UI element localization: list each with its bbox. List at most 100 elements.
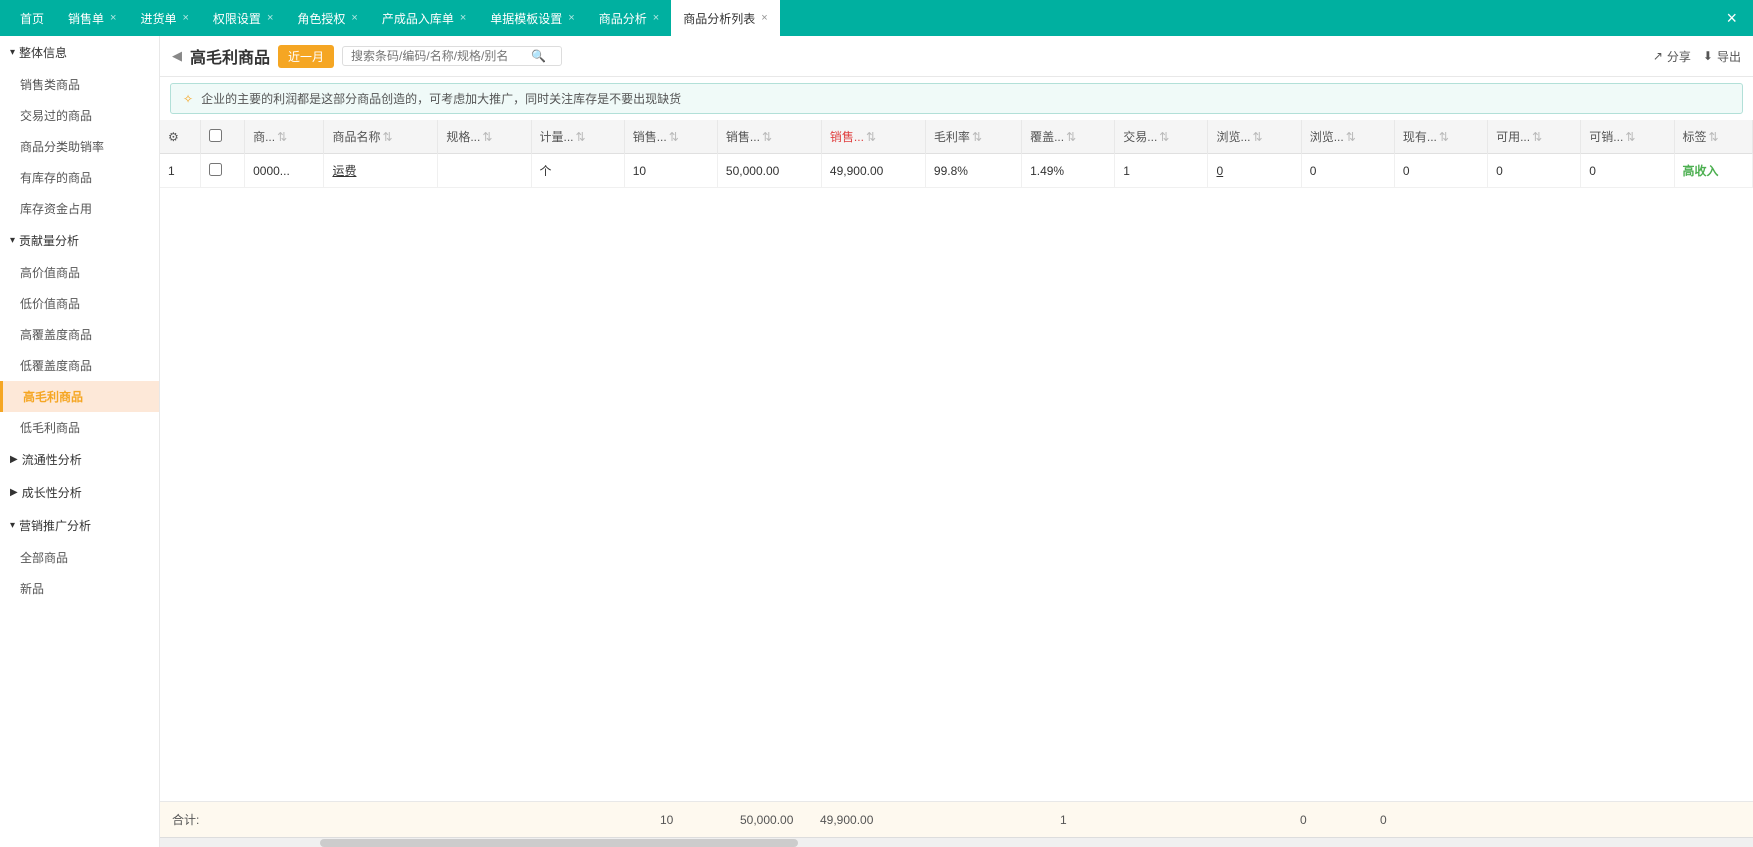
sidebar-item-high-margin[interactable]: 高毛利商品 bbox=[0, 381, 159, 412]
data-table: ⚙ 商...⇅ 商品名称⇅ 规格...⇅ 计量...⇅ 销售...⇅ 销售...… bbox=[160, 120, 1753, 188]
cell-name[interactable]: 运费 bbox=[324, 154, 438, 188]
notice-icon: ✧ bbox=[183, 92, 193, 106]
footer-total-row: 合计: 10 50,000.00 49,900.00 1 0 0 bbox=[160, 801, 1753, 837]
cell-available-stock: 0 bbox=[1488, 154, 1581, 188]
horizontal-scrollbar[interactable] bbox=[160, 837, 1753, 847]
th-view2[interactable]: 浏览...⇅ bbox=[1301, 120, 1394, 154]
page-title: 高毛利商品 bbox=[190, 44, 270, 68]
footer-sales-amount: 50,000.00 bbox=[732, 813, 812, 827]
th-unit[interactable]: 计量...⇅ bbox=[531, 120, 624, 154]
th-code[interactable]: 商...⇅ bbox=[245, 120, 324, 154]
sort-icon-view2: ⇅ bbox=[1346, 130, 1356, 144]
sort-icon-sales-profit: ⇅ bbox=[866, 130, 876, 144]
th-checkbox[interactable] bbox=[200, 120, 244, 154]
data-table-wrap: ⚙ 商...⇅ 商品名称⇅ 规格...⇅ 计量...⇅ 销售...⇅ 销售...… bbox=[160, 120, 1753, 801]
nav-permission-settings[interactable]: 权限设置 × bbox=[201, 0, 285, 36]
sort-icon-sales-amount: ⇅ bbox=[762, 130, 772, 144]
sort-icon-name: ⇅ bbox=[382, 130, 392, 144]
nav-role-auth[interactable]: 角色授权 × bbox=[285, 0, 369, 36]
th-sales-profit[interactable]: 销售...⇅ bbox=[821, 120, 925, 154]
select-all-checkbox[interactable] bbox=[209, 129, 222, 142]
collapse-sidebar-button[interactable]: ◀ bbox=[172, 48, 182, 64]
th-view1[interactable]: 浏览...⇅ bbox=[1208, 120, 1301, 154]
top-navigation: 首页 销售单 × 进货单 × 权限设置 × 角色授权 × 产成品入库单 × 单据… bbox=[0, 0, 1753, 36]
sidebar-item-new-goods[interactable]: 新品 bbox=[0, 573, 159, 604]
cell-view1[interactable]: 0 bbox=[1208, 154, 1301, 188]
close-window-button[interactable]: × bbox=[1718, 8, 1745, 29]
th-gross-margin[interactable]: 毛利率⇅ bbox=[925, 120, 1021, 154]
cell-sales-qty: 10 bbox=[624, 154, 717, 188]
close-permission-settings[interactable]: × bbox=[267, 12, 273, 24]
cell-index: 1 bbox=[160, 154, 200, 188]
filter-recent-month-button[interactable]: 近一月 bbox=[278, 45, 334, 68]
sidebar-section-marketing[interactable]: ▾ 营销推广分析 bbox=[0, 509, 159, 542]
search-icon[interactable]: 🔍 bbox=[531, 49, 546, 63]
share-icon: ↗ bbox=[1653, 49, 1663, 63]
sidebar-item-low-value[interactable]: 低价值商品 bbox=[0, 288, 159, 319]
sort-icon-sales-qty: ⇅ bbox=[669, 130, 679, 144]
sidebar-item-low-coverage[interactable]: 低覆盖度商品 bbox=[0, 350, 159, 381]
sidebar-item-high-value[interactable]: 高价值商品 bbox=[0, 257, 159, 288]
th-coverage[interactable]: 覆盖...⇅ bbox=[1022, 120, 1115, 154]
footer-available-stock: 0 bbox=[1372, 813, 1452, 827]
th-sales-qty[interactable]: 销售...⇅ bbox=[624, 120, 717, 154]
th-current-stock[interactable]: 现有...⇅ bbox=[1394, 120, 1487, 154]
main-layout: ▾ 整体信息 销售类商品 交易过的商品 商品分类助销率 有库存的商品 库存资金占… bbox=[0, 36, 1753, 847]
search-input[interactable] bbox=[351, 49, 531, 63]
sidebar-item-stock-funds[interactable]: 库存资金占用 bbox=[0, 193, 159, 224]
sort-icon-current-stock: ⇅ bbox=[1439, 130, 1449, 144]
cell-trade-count: 1 bbox=[1115, 154, 1208, 188]
sidebar-item-category-rate[interactable]: 商品分类助销率 bbox=[0, 131, 159, 162]
nav-product-analysis-list[interactable]: 商品分析列表 × bbox=[671, 0, 779, 36]
nav-finished-goods[interactable]: 产成品入库单 × bbox=[370, 0, 478, 36]
cell-gross-margin: 99.8% bbox=[925, 154, 1021, 188]
sidebar-item-all-goods[interactable]: 全部商品 bbox=[0, 542, 159, 573]
table-header-row: ⚙ 商...⇅ 商品名称⇅ 规格...⇅ 计量...⇅ 销售...⇅ 销售...… bbox=[160, 120, 1753, 154]
header-actions: ↗ 分享 ⬇ 导出 bbox=[1653, 48, 1741, 65]
sort-icon-unit: ⇅ bbox=[576, 130, 586, 144]
footer-sales-qty: 10 bbox=[652, 813, 732, 827]
scrollbar-thumb[interactable] bbox=[320, 839, 798, 847]
nav-sales-order[interactable]: 销售单 × bbox=[56, 0, 128, 36]
nav-template-settings[interactable]: 单据模板设置 × bbox=[478, 0, 586, 36]
th-saleable[interactable]: 可销...⇅ bbox=[1581, 120, 1674, 154]
close-product-analysis[interactable]: × bbox=[653, 12, 659, 24]
sidebar-item-high-coverage[interactable]: 高覆盖度商品 bbox=[0, 319, 159, 350]
sidebar-section-liquidity[interactable]: ▶ 流通性分析 bbox=[0, 443, 159, 476]
th-settings[interactable]: ⚙ bbox=[160, 120, 200, 154]
sidebar-item-traded-goods[interactable]: 交易过的商品 bbox=[0, 100, 159, 131]
th-available-stock[interactable]: 可用...⇅ bbox=[1488, 120, 1581, 154]
cell-sales-amount: 50,000.00 bbox=[717, 154, 821, 188]
sort-icon-gross-margin: ⇅ bbox=[972, 130, 982, 144]
th-tag[interactable]: 标签⇅ bbox=[1674, 120, 1753, 154]
notice-text: 企业的主要的利润都是这部分商品创造的，可考虑加大推广，同时关注库存是不要出现缺货 bbox=[201, 90, 681, 107]
export-button[interactable]: ⬇ 导出 bbox=[1703, 48, 1741, 65]
sidebar-item-in-stock-goods[interactable]: 有库存的商品 bbox=[0, 162, 159, 193]
nav-product-analysis[interactable]: 商品分析 × bbox=[587, 0, 671, 36]
sort-icon-trade-count: ⇅ bbox=[1159, 130, 1169, 144]
cell-unit: 个 bbox=[531, 154, 624, 188]
search-box: 🔍 bbox=[342, 46, 562, 66]
share-button[interactable]: ↗ 分享 bbox=[1653, 48, 1691, 65]
th-spec[interactable]: 规格...⇅ bbox=[438, 120, 531, 154]
th-name[interactable]: 商品名称⇅ bbox=[324, 120, 438, 154]
footer-current-stock: 0 bbox=[1292, 813, 1372, 827]
close-template-settings[interactable]: × bbox=[568, 12, 574, 24]
nav-purchase-order[interactable]: 进货单 × bbox=[128, 0, 200, 36]
close-purchase-order[interactable]: × bbox=[182, 12, 188, 24]
close-product-analysis-list[interactable]: × bbox=[761, 12, 767, 24]
nav-home[interactable]: 首页 bbox=[8, 0, 56, 36]
th-sales-amount[interactable]: 销售...⇅ bbox=[717, 120, 821, 154]
section-arrow-overall: ▾ bbox=[10, 47, 15, 58]
close-role-auth[interactable]: × bbox=[351, 12, 357, 24]
table-row: 1 0000... 运费 个 10 50,000.00 49,900.00 99… bbox=[160, 154, 1753, 188]
sidebar-section-contribution[interactable]: ▾ 贡献量分析 bbox=[0, 224, 159, 257]
th-trade-count[interactable]: 交易...⇅ bbox=[1115, 120, 1208, 154]
sidebar-section-growth[interactable]: ▶ 成长性分析 bbox=[0, 476, 159, 509]
sidebar-section-overall[interactable]: ▾ 整体信息 bbox=[0, 36, 159, 69]
sidebar-item-sales-goods[interactable]: 销售类商品 bbox=[0, 69, 159, 100]
close-finished-goods[interactable]: × bbox=[460, 12, 466, 24]
cell-checkbox[interactable] bbox=[200, 154, 244, 188]
close-sales-order[interactable]: × bbox=[110, 12, 116, 24]
sidebar-item-low-margin[interactable]: 低毛利商品 bbox=[0, 412, 159, 443]
